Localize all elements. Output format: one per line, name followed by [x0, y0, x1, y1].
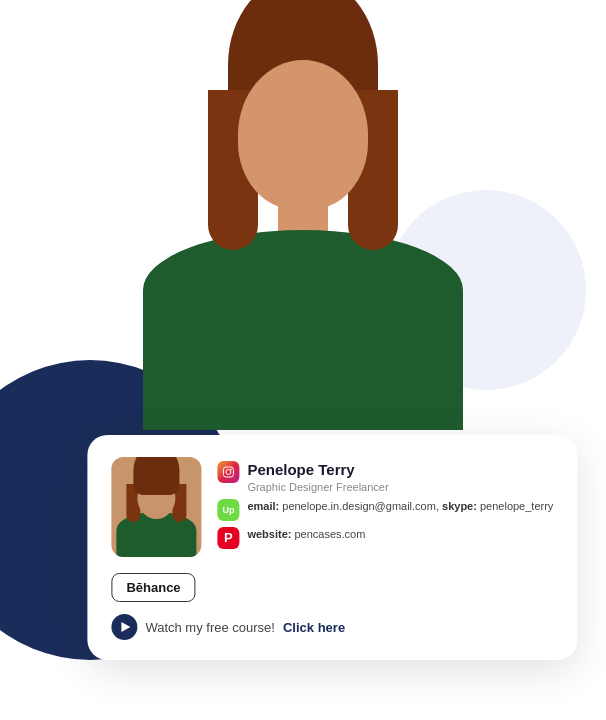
instagram-icon: [217, 461, 239, 483]
card-top-section: Penelope Terry Graphic Designer Freelanc…: [111, 457, 553, 557]
watch-course-row: Watch my free course! Click here: [111, 614, 553, 640]
email-label: email:: [247, 500, 282, 512]
svg-point-1: [226, 470, 231, 475]
card-contact-line: email: penelope.in.design@gmail.com, sky…: [247, 498, 553, 515]
skype-label: skype:: [442, 500, 480, 512]
website-value: pencases.com: [294, 528, 365, 540]
behance-label: Bēhance: [126, 580, 180, 595]
behance-button[interactable]: Bēhance: [111, 573, 195, 602]
card-name-row: Penelope Terry Graphic Designer Freelanc…: [217, 460, 553, 493]
watch-text: Watch my free course!: [145, 620, 275, 635]
card-info: Penelope Terry Graphic Designer Freelanc…: [217, 460, 553, 554]
skype-value: penelope_terry: [480, 500, 553, 512]
card-email-row: Up email: penelope.in.design@gmail.com, …: [217, 498, 553, 521]
person-name: Penelope Terry: [247, 460, 388, 480]
card-website-row: P website: pencases.com: [217, 526, 553, 549]
avatar-hair: [133, 457, 179, 495]
person-head: [238, 60, 368, 210]
email-value: penelope.in.design@gmail.com: [282, 500, 436, 512]
pinterest-icon: P: [217, 527, 239, 549]
play-icon: [121, 622, 130, 632]
person-photo: [93, 0, 513, 430]
card-avatar: [111, 457, 201, 557]
play-button[interactable]: [111, 614, 137, 640]
card-website-line: website: pencases.com: [247, 526, 365, 543]
person-body: [143, 230, 463, 430]
upwork-icon: Up: [217, 499, 239, 521]
website-label: website:: [247, 528, 294, 540]
svg-point-2: [230, 469, 232, 471]
person-title: Graphic Designer Freelancer: [247, 481, 388, 493]
profile-card: Penelope Terry Graphic Designer Freelanc…: [87, 435, 577, 660]
click-here-link[interactable]: Click here: [283, 620, 345, 635]
svg-rect-0: [223, 467, 233, 477]
card-name-block: Penelope Terry Graphic Designer Freelanc…: [247, 460, 388, 493]
